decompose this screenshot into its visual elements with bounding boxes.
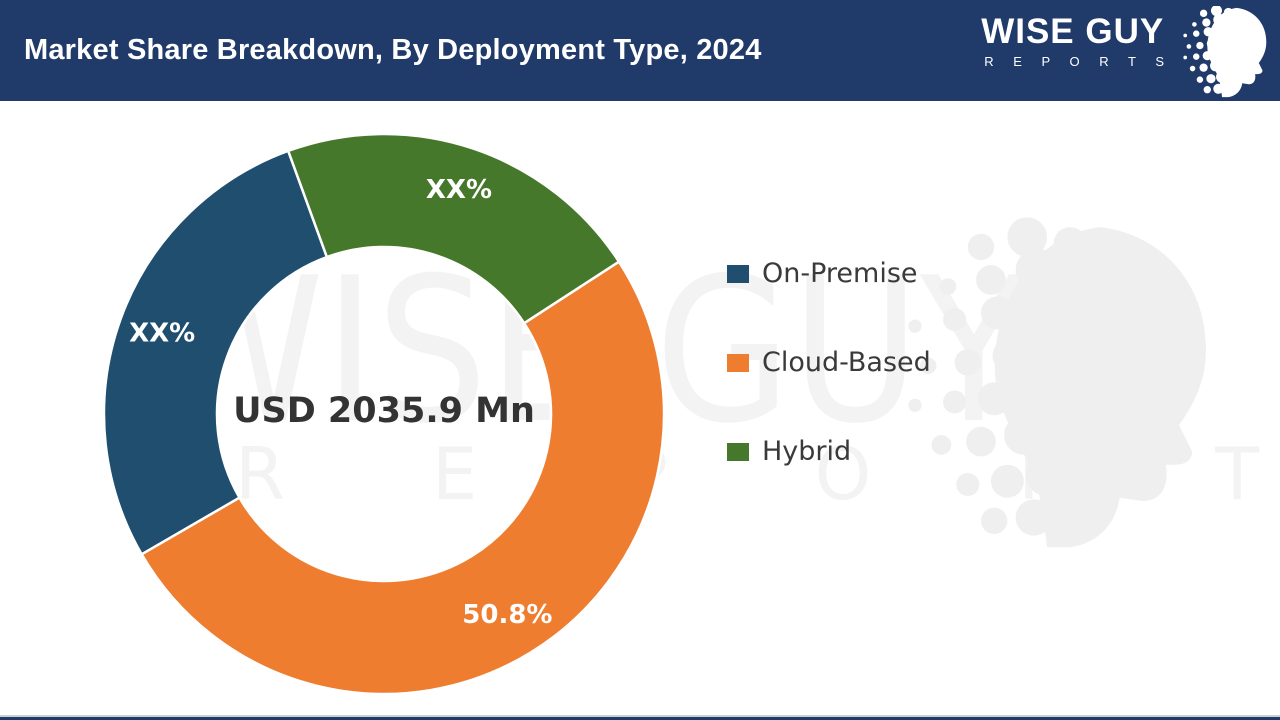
donut-chart: XX% 50.8% XX% xyxy=(102,132,666,696)
legend-item-cloud-based: Cloud-Based xyxy=(727,348,931,378)
slice-value-label: XX% xyxy=(129,318,195,348)
slice-value-label: XX% xyxy=(426,175,492,205)
logo-dotted-head-icon xyxy=(1183,6,1267,98)
legend-label: On-Premise xyxy=(762,258,918,289)
page-title: Market Share Breakdown, By Deployment Ty… xyxy=(24,34,762,66)
header-bar: Market Share Breakdown, By Deployment Ty… xyxy=(0,0,1280,101)
infographic-canvas: WISE GUY R E P O R T S XX% 50.8% XX% USD 2… xyxy=(0,0,1280,720)
legend-label: Cloud-Based xyxy=(762,347,931,378)
legend-swatch-on-premise xyxy=(727,265,749,283)
slice-value-label: 50.8% xyxy=(462,600,552,630)
logo-wordmark: WISE GUY xyxy=(981,12,1165,51)
donut-center-value: USD 2035.9 Mn xyxy=(233,391,535,431)
legend-swatch-cloud-based xyxy=(727,354,749,372)
legend-item-hybrid: Hybrid xyxy=(727,437,931,467)
logo-sub-wordmark: R E P O R T S xyxy=(984,54,1172,69)
chart-legend: On-Premise Cloud-Based Hybrid xyxy=(727,259,931,526)
donut-slice-hybrid xyxy=(286,132,621,325)
legend-label: Hybrid xyxy=(762,436,852,467)
legend-swatch-hybrid xyxy=(727,443,749,461)
wise-guy-logo: WISE GUY R E P O R T S xyxy=(981,14,1172,68)
legend-item-on-premise: On-Premise xyxy=(727,259,931,289)
donut-slice-on-premise xyxy=(102,149,329,556)
